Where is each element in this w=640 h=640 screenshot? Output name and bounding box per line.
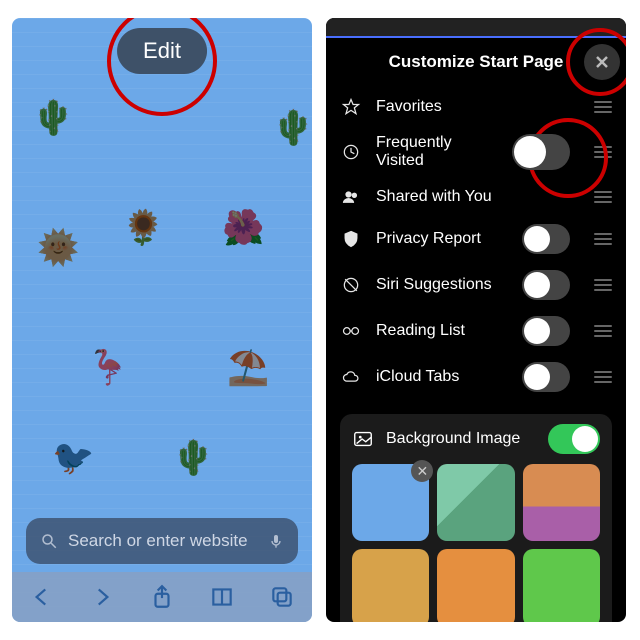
image-icon (352, 428, 374, 450)
star-icon (340, 96, 362, 118)
reorder-handle[interactable] (594, 279, 612, 291)
option-row-cloud: iCloud Tabs (340, 354, 612, 400)
glasses-icon (340, 320, 362, 342)
sheet-grabber (326, 18, 626, 38)
reorder-handle[interactable] (594, 191, 612, 203)
background-thumb[interactable] (352, 549, 429, 622)
option-row-glasses: Reading List (340, 308, 612, 354)
option-row-people: Shared with You (340, 178, 612, 216)
wallpaper-emoji: 🦩 (87, 348, 129, 388)
bottom-toolbar (12, 572, 312, 622)
reorder-handle[interactable] (594, 101, 612, 113)
option-row-shield: Privacy Report (340, 216, 612, 262)
cloud-icon (340, 366, 362, 388)
background-thumb[interactable] (437, 549, 514, 622)
wallpaper-emoji: 🌞 (37, 228, 79, 268)
option-label: Favorites (376, 98, 570, 116)
background-thumb[interactable]: ✕ (352, 464, 429, 541)
wallpaper-emoji: 🌵 (172, 438, 214, 478)
forward-button[interactable] (89, 584, 115, 610)
edit-button[interactable]: Edit (117, 28, 207, 74)
start-page-screen: Edit 🌵 🌵 🌻 🌺 🌞 🦩 ⛱️ 🐦 🌵 Search or enter … (12, 18, 312, 622)
wallpaper-emoji: 🐦 (52, 438, 94, 478)
option-toggle[interactable] (522, 362, 570, 392)
option-label: Shared with You (376, 188, 570, 206)
option-row-clock: Frequently Visited (340, 126, 612, 178)
option-toggle[interactable] (512, 134, 570, 170)
background-thumb[interactable] (523, 464, 600, 541)
reorder-handle[interactable] (594, 233, 612, 245)
search-icon (40, 532, 58, 550)
reorder-handle[interactable] (594, 325, 612, 337)
option-label: Frequently Visited (376, 134, 498, 170)
option-row-siri: Siri Suggestions (340, 262, 612, 308)
delete-thumb-button[interactable]: ✕ (411, 460, 433, 482)
close-icon (594, 54, 610, 70)
wallpaper-emoji: ⛱️ (227, 348, 269, 388)
share-button[interactable] (149, 584, 175, 610)
shield-icon (340, 228, 362, 250)
background-image-section: Background Image ✕ (340, 414, 612, 622)
wallpaper-emoji: 🌻 (122, 208, 164, 248)
option-label: iCloud Tabs (376, 368, 508, 386)
address-bar[interactable]: Search or enter website (26, 518, 298, 564)
wallpaper-emoji: 🌺 (222, 208, 264, 248)
back-button[interactable] (29, 584, 55, 610)
option-label: Privacy Report (376, 230, 508, 248)
search-placeholder: Search or enter website (68, 531, 258, 551)
reorder-handle[interactable] (594, 146, 612, 158)
option-label: Reading List (376, 322, 508, 340)
bookmarks-button[interactable] (209, 584, 235, 610)
sheet-title: Customize Start Page (326, 38, 626, 88)
wallpaper-emoji: 🌵 (272, 108, 312, 148)
option-toggle[interactable] (522, 224, 570, 254)
tabs-button[interactable] (269, 584, 295, 610)
background-thumb[interactable] (437, 464, 514, 541)
background-image-label: Background Image (386, 430, 536, 448)
background-thumb[interactable] (523, 549, 600, 622)
reorder-handle[interactable] (594, 371, 612, 383)
option-toggle[interactable] (522, 270, 570, 300)
siri-icon (340, 274, 362, 296)
mic-icon[interactable] (268, 531, 284, 551)
customize-sheet: Customize Start Page Favorites Frequently… (326, 18, 626, 622)
people-icon (340, 186, 362, 208)
background-image-toggle[interactable] (548, 424, 600, 454)
close-button[interactable] (584, 44, 620, 80)
clock-icon (340, 141, 362, 163)
wallpaper-emoji: 🌵 (32, 98, 74, 138)
option-toggle[interactable] (522, 316, 570, 346)
option-row-star: Favorites (340, 88, 612, 126)
option-label: Siri Suggestions (376, 276, 508, 294)
